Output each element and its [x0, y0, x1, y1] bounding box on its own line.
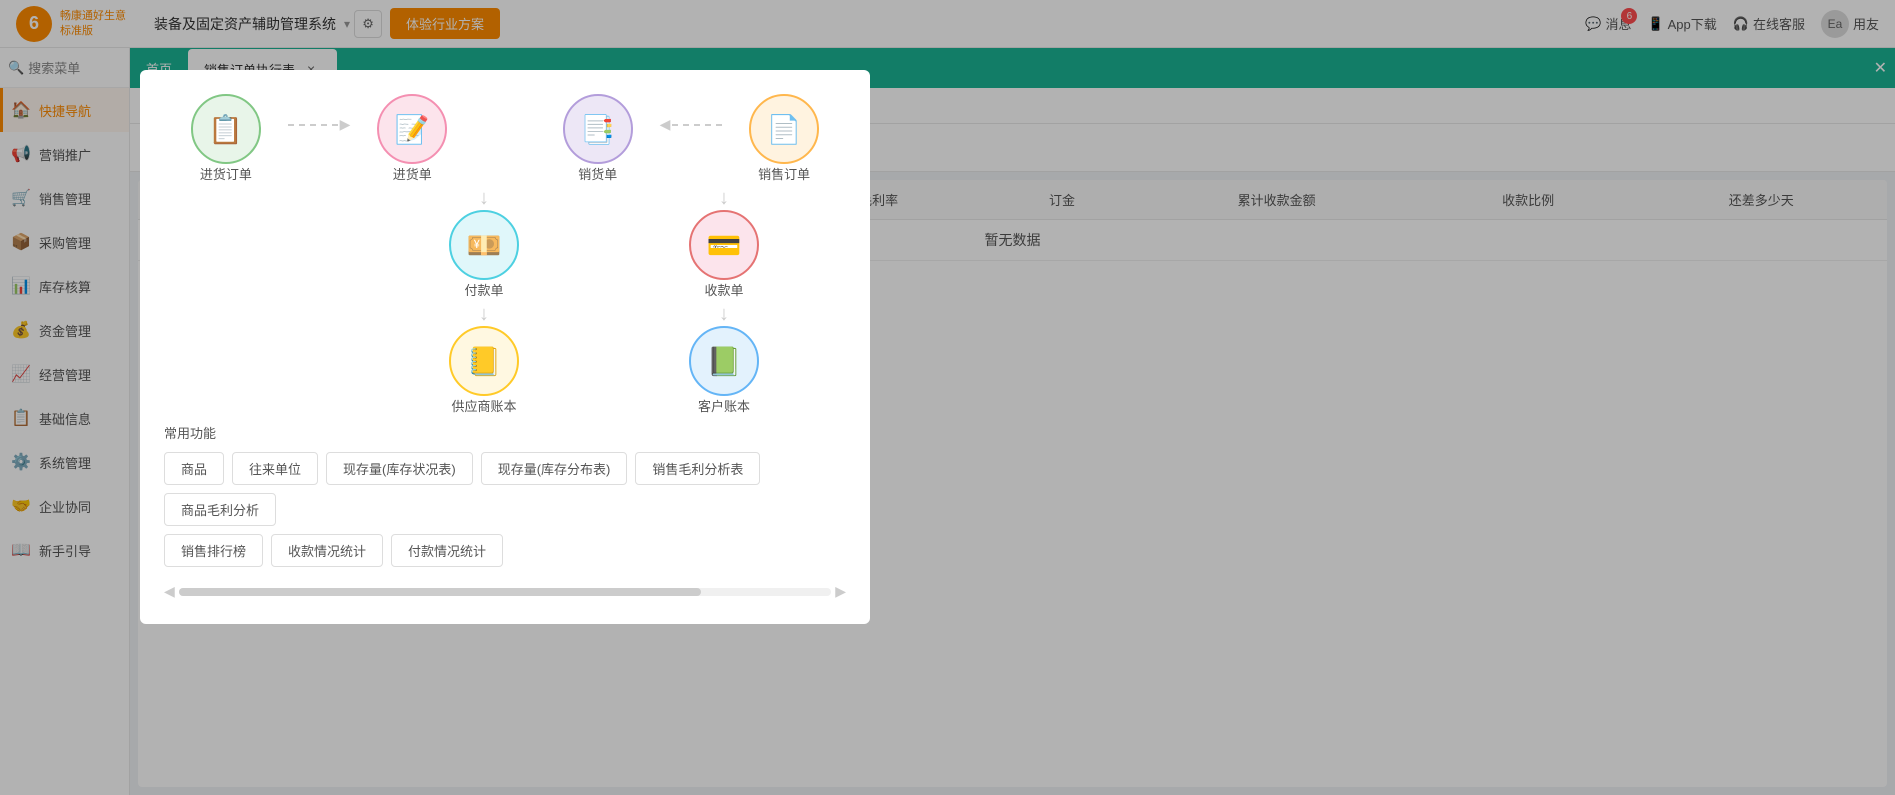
customer-ledger-label: 客户账本 [698, 396, 750, 415]
common-btn-product[interactable]: 商品 [164, 452, 224, 485]
down-arrow-payment: ↓ [404, 299, 564, 326]
connector-h-1: ▶ [288, 94, 351, 133]
flow-modal: 📋 进货订单 ▶ 📝 进货单 [140, 70, 870, 624]
common-btn-product-gross[interactable]: 商品毛利分析 [164, 493, 276, 526]
sales-order-node[interactable]: 📄 [749, 94, 819, 164]
flow-cell-receipt: 💳 收款单 [644, 210, 804, 299]
flow-row-2: 💴 付款单 💳 收款单 [164, 210, 846, 299]
modal-scrollbar-area: ◀ ▶ [164, 583, 846, 600]
down-arrow-receipt: ↓ [644, 299, 804, 326]
sales-order-label: 销售订单 [758, 164, 810, 183]
common-btn-stock-status[interactable]: 现存量(库存状况表) [326, 452, 473, 485]
flow-cell-sales-receipt: 📑 销货单 [536, 94, 660, 183]
scroll-right-arrow[interactable]: ▶ [835, 583, 846, 600]
supplier-ledger-label: 供应商账本 [451, 396, 516, 415]
common-btn-receipt-stats[interactable]: 收款情况统计 [271, 534, 383, 567]
flow-row-arrows-2: ↓ ↓ [164, 299, 846, 326]
common-btn-sales-rank[interactable]: 销售排行榜 [164, 534, 263, 567]
common-btn-payment-stats[interactable]: 付款情况统计 [391, 534, 503, 567]
receipt-node[interactable]: 💳 [689, 210, 759, 280]
common-btn-sales-gross[interactable]: 销售毛利分析表 [635, 452, 760, 485]
modal-overlay[interactable]: 📋 进货订单 ▶ 📝 进货单 [0, 0, 1895, 795]
purchase-order-label: 进货订单 [200, 164, 252, 183]
flow-cell-customer-ledger: 📗 客户账本 [644, 326, 804, 415]
modal-scrollbar-thumb [179, 588, 701, 596]
modal-scrollbar-track [179, 588, 831, 596]
purchase-receipt-node[interactable]: 📝 [377, 94, 447, 164]
scroll-left-arrow[interactable]: ◀ [164, 583, 175, 600]
flow-cell-purchase-order: 📋 进货订单 [164, 94, 288, 183]
purchase-receipt-label: 进货单 [393, 164, 432, 183]
flow-cell-purchase-receipt: 📝 进货单 [350, 94, 474, 183]
connector-h-2: ◀ [660, 94, 723, 133]
common-btn-partner[interactable]: 往来单位 [232, 452, 318, 485]
flow-diagram: 📋 进货订单 ▶ 📝 进货单 [164, 94, 846, 415]
flow-row-arrows: ↓ ↓ [164, 183, 846, 210]
receipt-label: 收款单 [704, 280, 743, 299]
common-btn-stock-dist[interactable]: 现存量(库存分布表) [481, 452, 628, 485]
payment-node[interactable]: 💴 [449, 210, 519, 280]
down-arrow-sales: ↓ [644, 183, 804, 210]
flow-cell-payment: 💴 付款单 [404, 210, 564, 299]
customer-ledger-node[interactable]: 📗 [689, 326, 759, 396]
payment-label: 付款单 [464, 280, 503, 299]
common-functions-section: 常用功能 商品 往来单位 现存量(库存状况表) 现存量(库存分布表) 销售毛利分… [164, 423, 846, 567]
flow-cell-supplier-ledger: 📒 供应商账本 [404, 326, 564, 415]
sales-receipt-label: 销货单 [578, 164, 617, 183]
supplier-ledger-node[interactable]: 📒 [449, 326, 519, 396]
purchase-order-node[interactable]: 📋 [191, 94, 261, 164]
flow-cell-sales-order: 📄 销售订单 [722, 94, 846, 183]
common-buttons-row-2: 销售排行榜 收款情况统计 付款情况统计 [164, 534, 846, 567]
common-functions-title: 常用功能 [164, 423, 846, 442]
flow-row-1: 📋 进货订单 ▶ 📝 进货单 [164, 94, 846, 183]
sales-receipt-node[interactable]: 📑 [563, 94, 633, 164]
down-arrow-purchase: ↓ [404, 183, 564, 210]
flow-row-3: 📒 供应商账本 📗 客户账本 [164, 326, 846, 415]
common-buttons-row-1: 商品 往来单位 现存量(库存状况表) 现存量(库存分布表) 销售毛利分析表 商品… [164, 452, 846, 526]
